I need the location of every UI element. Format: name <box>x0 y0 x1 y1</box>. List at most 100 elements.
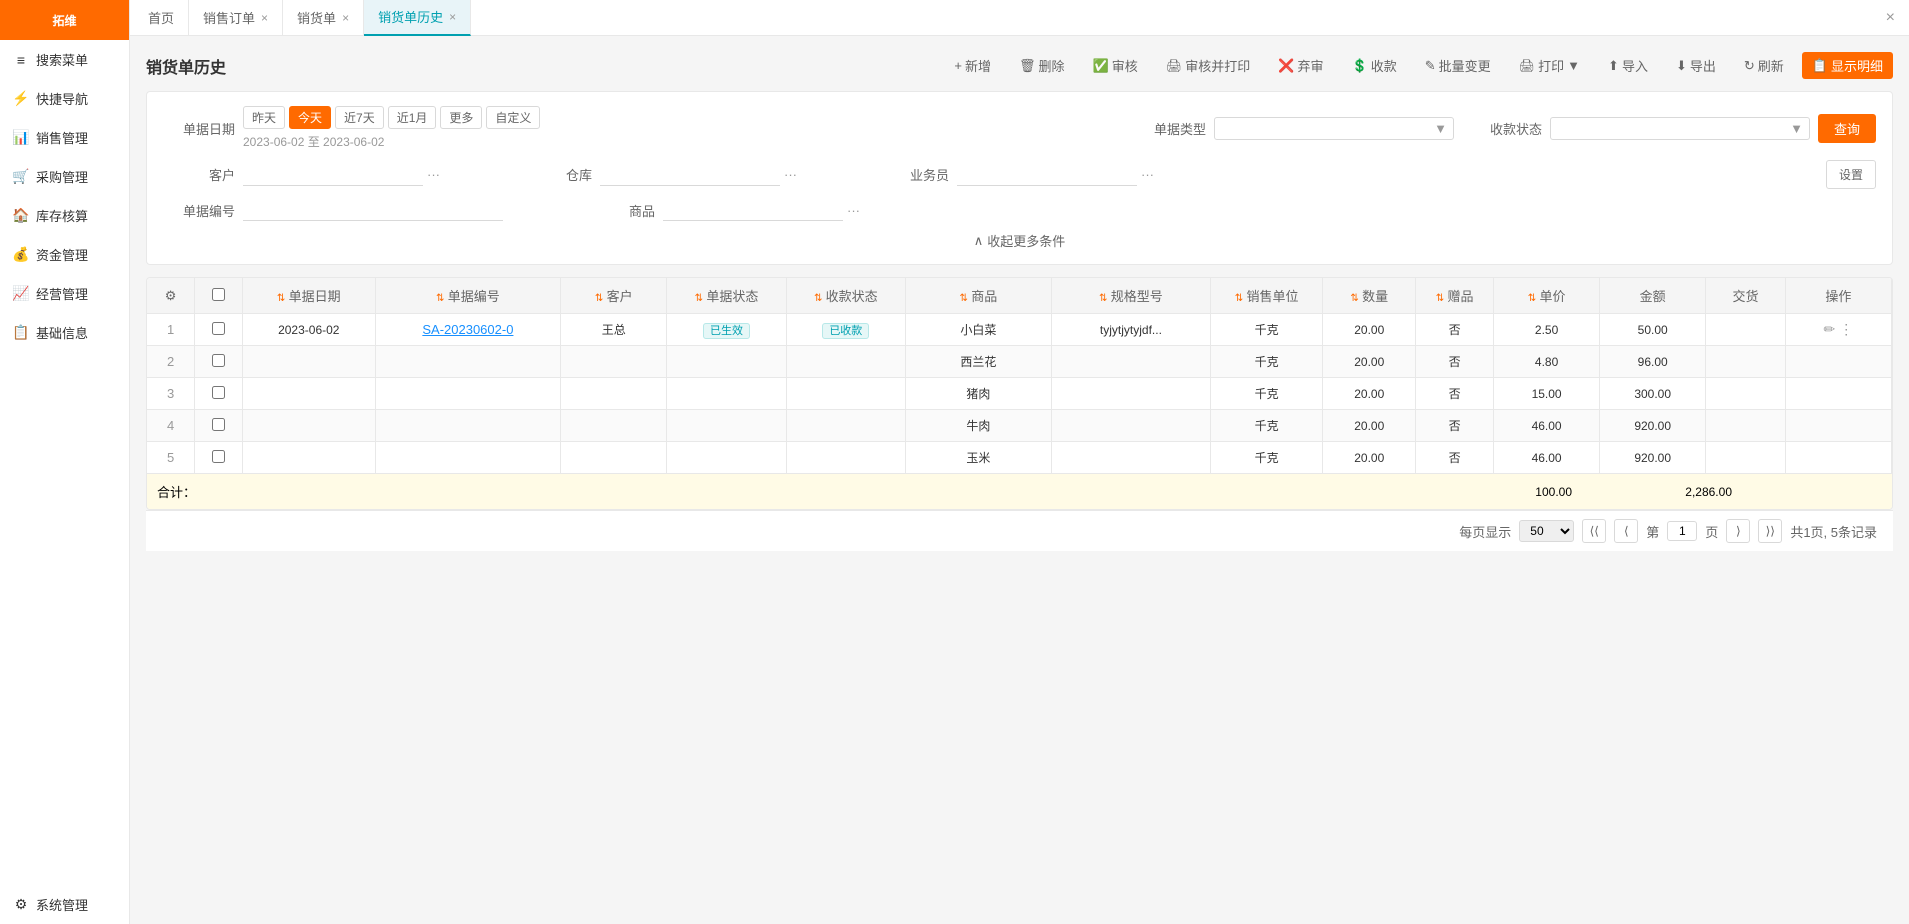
col-pay-header[interactable]: ⇅ 收款状态 <box>786 278 905 314</box>
row-price-cell: 46.00 <box>1494 442 1600 474</box>
salesman-dots[interactable]: ··· <box>1141 167 1154 182</box>
refresh-button[interactable]: ↻ 刷新 <box>1734 52 1794 79</box>
export-label: 导出 <box>1690 56 1716 75</box>
audit-print-button[interactable]: 🖨 审核并打印 <box>1156 52 1261 79</box>
add-button[interactable]: + 新增 <box>944 52 1001 79</box>
tab-sales-goods-close[interactable]: × <box>342 11 349 25</box>
row-num-link-cell <box>375 442 561 474</box>
page-size-select[interactable]: 50 100 200 <box>1519 520 1574 542</box>
warehouse-input[interactable] <box>600 164 780 186</box>
date-btn-more[interactable]: 更多 <box>440 106 482 129</box>
row-checkbox[interactable] <box>212 450 225 463</box>
close-all-tabs-btn[interactable]: × <box>1876 9 1905 27</box>
col-unit-header[interactable]: ⇅ 销售单位 <box>1210 278 1322 314</box>
sidebar-item-label: 基础信息 <box>36 323 88 342</box>
col-customer-header[interactable]: ⇅ 客户 <box>561 278 667 314</box>
tab-sales-goods[interactable]: 销货单 × <box>283 0 364 36</box>
table-row: 2 西兰花 千克 20.00 否 4.80 96.00 <box>147 346 1892 378</box>
query-button[interactable]: 查询 <box>1818 114 1876 143</box>
col-gift-header[interactable]: ⇅ 赠品 <box>1416 278 1494 314</box>
row-check-cell[interactable] <box>195 410 243 442</box>
col-status-header[interactable]: ⇅ 单据状态 <box>667 278 786 314</box>
sidebar-item-basic-info[interactable]: 📋 基础信息 <box>0 313 129 352</box>
customer-dots[interactable]: ··· <box>427 167 440 182</box>
row-customer-cell: 王总 <box>561 314 667 346</box>
batch-change-button[interactable]: ✎ 批量变更 <box>1415 52 1501 79</box>
date-btn-yesterday[interactable]: 昨天 <box>243 106 285 129</box>
row-date-cell <box>242 378 375 410</box>
row-trade-cell <box>1706 314 1786 346</box>
print-button[interactable]: 🖨 打印 ▼ <box>1509 52 1590 79</box>
col-price-header[interactable]: ⇅ 单价 <box>1494 278 1600 314</box>
date-btn-custom[interactable]: 自定义 <box>486 106 540 129</box>
col-check-header[interactable] <box>195 278 243 314</box>
col-settings-header[interactable]: ⚙ <box>147 278 195 314</box>
goods-dots[interactable]: ··· <box>847 203 860 218</box>
tab-sales-order[interactable]: 销售订单 × <box>189 0 283 36</box>
col-qty-header[interactable]: ⇅ 数量 <box>1323 278 1416 314</box>
sidebar-item-purchase[interactable]: 🛒 采购管理 <box>0 157 129 196</box>
tab-home[interactable]: 首页 <box>134 0 189 36</box>
row-check-cell[interactable] <box>195 442 243 474</box>
row-checkbox[interactable] <box>212 322 225 335</box>
col-goods-header[interactable]: ⇅ 商品 <box>905 278 1051 314</box>
first-page-btn[interactable]: ⟨⟨ <box>1582 519 1606 543</box>
last-page-btn[interactable]: ⟩⟩ <box>1758 519 1782 543</box>
sidebar-item-sales[interactable]: 📊 销售管理 <box>0 118 129 157</box>
collapse-button[interactable]: ∧ 收起更多条件 <box>974 231 1066 250</box>
row-check-cell[interactable] <box>195 346 243 378</box>
date-btn-7days[interactable]: 近7天 <box>335 106 384 129</box>
row-checkbox[interactable] <box>212 354 225 367</box>
warehouse-dots[interactable]: ··· <box>784 167 797 182</box>
edit-action-btn[interactable]: ✏ <box>1822 321 1838 338</box>
row-unit-cell: 千克 <box>1210 378 1322 410</box>
row-check-cell[interactable] <box>195 314 243 346</box>
settings-button[interactable]: 设置 <box>1826 160 1876 189</box>
row-pay-cell: 已收款 <box>786 314 905 346</box>
col-date-header[interactable]: ⇅ 单据日期 <box>242 278 375 314</box>
col-num-header[interactable]: ⇅ 单据编号 <box>375 278 561 314</box>
sidebar-item-inventory[interactable]: 🏠 库存核算 <box>0 196 129 235</box>
doc-type-select[interactable]: ▼ <box>1214 117 1454 140</box>
tab-home-label: 首页 <box>148 8 174 27</box>
date-btn-today[interactable]: 今天 <box>289 106 331 129</box>
prev-page-btn[interactable]: ⟨ <box>1614 519 1638 543</box>
export-button[interactable]: ⬇ 导出 <box>1666 52 1726 79</box>
tab-sales-order-close[interactable]: × <box>261 11 268 25</box>
import-button[interactable]: ⬆ 导入 <box>1598 52 1658 79</box>
doc-num-link[interactable]: SA-20230602-0 <box>422 322 513 337</box>
goods-input[interactable] <box>663 199 843 221</box>
sidebar-item-operations[interactable]: 📈 经营管理 <box>0 274 129 313</box>
sidebar-item-search[interactable]: ≡ 搜索菜单 <box>0 40 129 79</box>
sidebar-item-quick-nav[interactable]: ⚡ 快捷导航 <box>0 79 129 118</box>
more-action-btn[interactable]: ⋮ <box>1837 321 1855 338</box>
sidebar-item-finance[interactable]: 💰 资金管理 <box>0 235 129 274</box>
abandon-button[interactable]: ❌ 弃审 <box>1268 52 1333 79</box>
row-num-link-cell: SA-20230602-0 <box>375 314 561 346</box>
page-input[interactable] <box>1667 521 1697 541</box>
sidebar-item-system[interactable]: ⚙ 系统管理 <box>0 885 129 924</box>
row-check-cell[interactable] <box>195 378 243 410</box>
select-all-checkbox[interactable] <box>212 288 225 301</box>
sidebar-item-label: 搜索菜单 <box>36 50 88 69</box>
collect-button[interactable]: 💲 收款 <box>1342 52 1407 79</box>
show-detail-button[interactable]: 📋 显示明细 <box>1802 52 1893 79</box>
row-checkbox[interactable] <box>212 386 225 399</box>
customer-input[interactable] <box>243 164 423 186</box>
row-checkbox[interactable] <box>212 418 225 431</box>
row-action-cell <box>1785 378 1891 410</box>
goods-label: 商品 <box>583 201 663 220</box>
salesman-input[interactable] <box>957 164 1137 186</box>
date-btn-1month[interactable]: 近1月 <box>388 106 437 129</box>
audit-button[interactable]: ✅ 审核 <box>1083 52 1148 79</box>
delete-button[interactable]: 🗑 删除 <box>1009 52 1075 79</box>
sort-icon: ⇅ <box>695 293 703 304</box>
next-page-btn[interactable]: ⟩ <box>1726 519 1750 543</box>
sidebar-item-label: 库存核算 <box>36 206 88 225</box>
doc-num-input[interactable] <box>243 199 503 221</box>
tab-sales-history[interactable]: 销货单历史 × <box>364 0 471 36</box>
col-spec-header[interactable]: ⇅ 规格型号 <box>1051 278 1210 314</box>
pay-status-select[interactable]: ▼ <box>1550 117 1810 140</box>
tab-sales-history-close[interactable]: × <box>449 10 456 24</box>
page-label: 第 <box>1646 522 1659 541</box>
